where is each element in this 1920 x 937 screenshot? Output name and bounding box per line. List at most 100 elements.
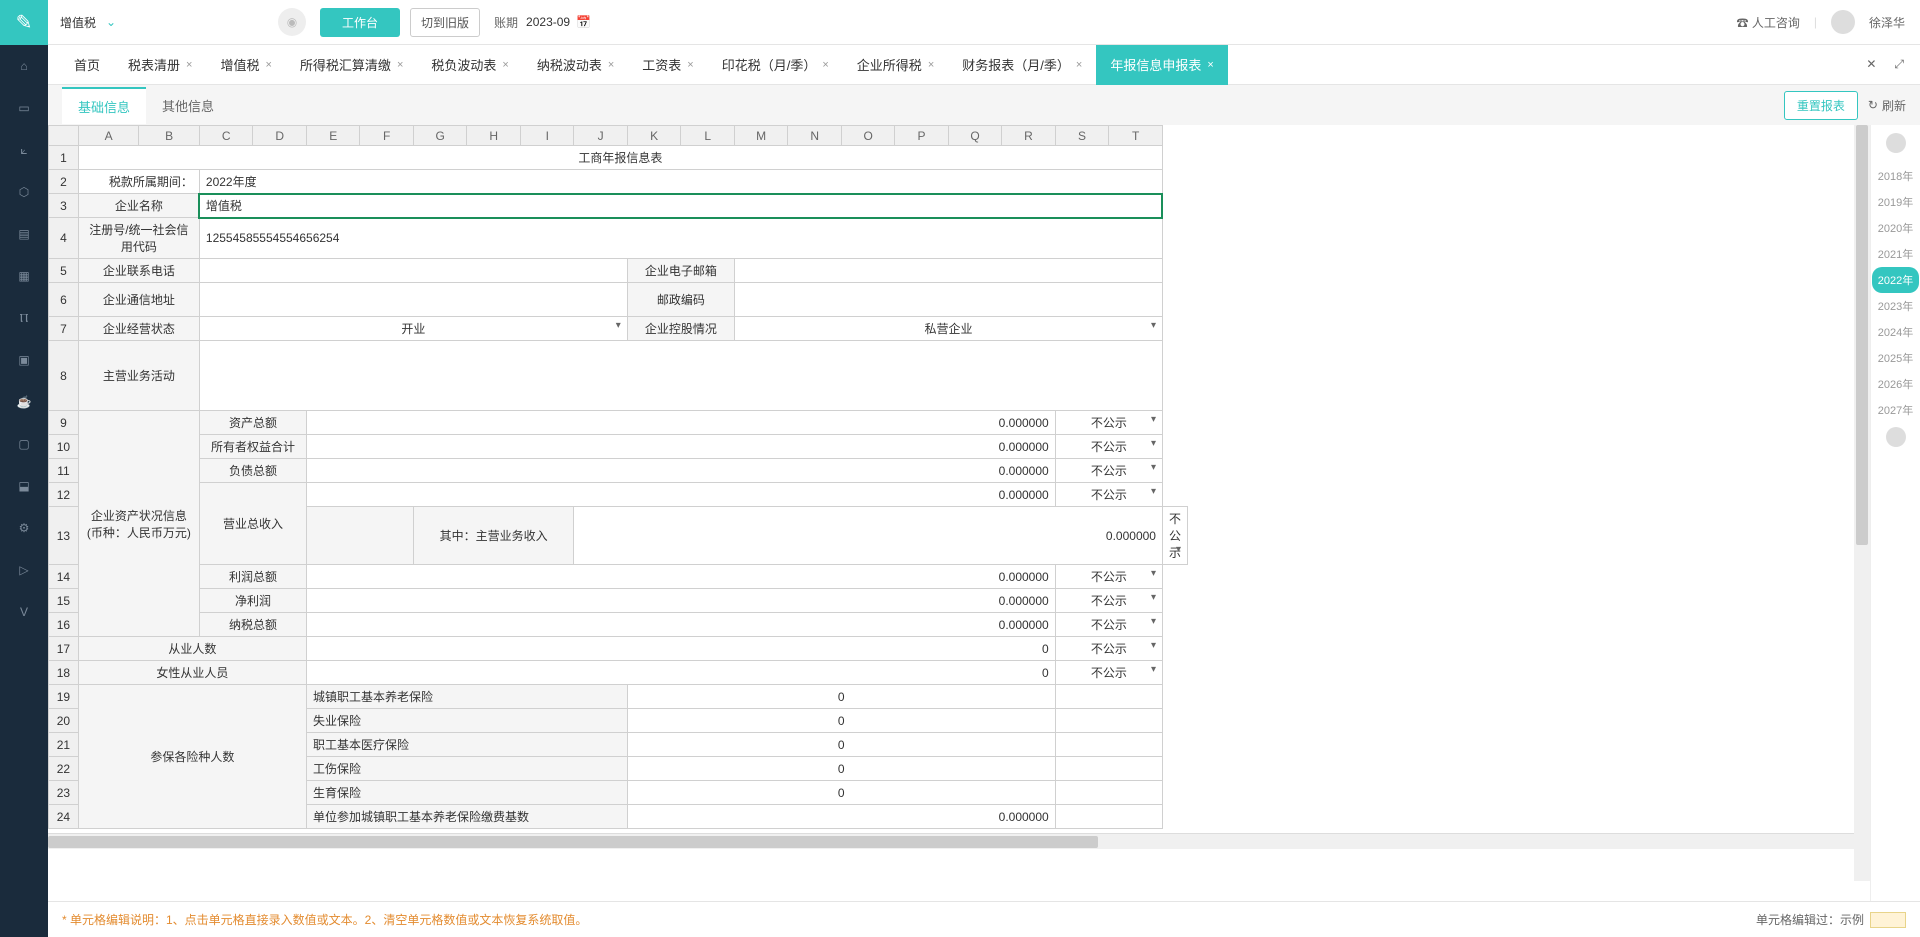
user-name[interactable]: 徐泽华 xyxy=(1869,14,1905,31)
tab-税负波动表[interactable]: 税负波动表× xyxy=(417,45,522,85)
col-header[interactable]: C xyxy=(199,126,253,146)
close-icon[interactable]: × xyxy=(502,59,508,71)
year-up-icon[interactable] xyxy=(1886,133,1906,153)
col-header[interactable]: O xyxy=(841,126,894,146)
publish-dropdown[interactable]: 不公示 xyxy=(1055,483,1162,507)
col-header[interactable]: J xyxy=(574,126,627,146)
close-icon[interactable]: × xyxy=(822,59,828,71)
holding-dropdown[interactable]: 私营企业 xyxy=(734,317,1162,341)
reset-button[interactable]: 重置报表 xyxy=(1784,91,1858,120)
tab-税表清册[interactable]: 税表清册× xyxy=(114,45,206,85)
tab-增值税[interactable]: 增值税× xyxy=(206,45,285,85)
switch-old-button[interactable]: 切到旧版 xyxy=(410,8,480,37)
col-header[interactable]: A xyxy=(78,126,139,146)
tab-所得税汇算清缴[interactable]: 所得税汇算清缴× xyxy=(286,45,417,85)
doc-icon[interactable]: ◉ xyxy=(278,8,306,36)
year-2019年[interactable]: 2019年 xyxy=(1872,189,1919,215)
col-header[interactable] xyxy=(49,126,79,146)
year-down-icon[interactable] xyxy=(1886,427,1906,447)
avatar[interactable] xyxy=(1831,10,1855,34)
close-icon[interactable]: × xyxy=(397,59,403,71)
year-2024年[interactable]: 2024年 xyxy=(1872,319,1919,345)
col-header[interactable]: I xyxy=(521,126,574,146)
tab-企业所得税[interactable]: 企业所得税× xyxy=(843,45,948,85)
col-header[interactable]: L xyxy=(681,126,735,146)
spreadsheet[interactable]: ABCDEFGHIJKLMNOPQRST 1工商年报信息表 2税款所属期间：20… xyxy=(48,125,1188,829)
nav-inbox-icon[interactable]: ⬓ xyxy=(13,475,35,497)
nav-doc-icon[interactable]: ▭ xyxy=(13,97,35,119)
close-icon[interactable]: × xyxy=(186,59,192,71)
close-icon[interactable]: × xyxy=(265,59,271,71)
nav-home-icon[interactable]: ⌂ xyxy=(13,55,35,77)
row-num[interactable]: 1 xyxy=(49,146,79,170)
col-header[interactable]: R xyxy=(1002,126,1055,146)
col-header[interactable]: N xyxy=(788,126,841,146)
calendar-icon[interactable]: 📅 xyxy=(576,15,591,29)
publish-dropdown[interactable]: 不公示 xyxy=(1055,613,1162,637)
col-header[interactable]: G xyxy=(413,126,467,146)
publish-dropdown[interactable]: 不公示 xyxy=(1055,459,1162,483)
tab-首页[interactable]: 首页 xyxy=(60,45,114,85)
nav-calc-icon[interactable]: ▦ xyxy=(13,265,35,287)
sub-tab-other[interactable]: 其他信息 xyxy=(146,88,230,123)
close-icon[interactable]: × xyxy=(1076,59,1082,71)
col-header[interactable]: K xyxy=(627,126,681,146)
year-2022年[interactable]: 2022年 xyxy=(1872,267,1919,293)
nav-chart-icon[interactable]: ⟀ xyxy=(13,139,35,161)
col-header[interactable]: H xyxy=(467,126,521,146)
company-selector[interactable]: 增值税 ⌄ xyxy=(60,14,260,31)
year-2026年[interactable]: 2026年 xyxy=(1872,371,1919,397)
publish-dropdown[interactable]: 不公示 xyxy=(1055,411,1162,435)
nav-bag-icon[interactable]: ⬡ xyxy=(13,181,35,203)
col-header[interactable]: S xyxy=(1055,126,1109,146)
publish-dropdown[interactable]: 不公示 xyxy=(1055,589,1162,613)
close-all-icon[interactable]: ✕ xyxy=(1862,53,1880,76)
col-header[interactable]: M xyxy=(734,126,788,146)
expand-icon[interactable]: ⤢ xyxy=(1890,53,1908,76)
company-name: 增值税 xyxy=(60,14,96,31)
col-header[interactable]: E xyxy=(307,126,360,146)
edited-sample xyxy=(1870,912,1906,928)
close-icon[interactable]: × xyxy=(608,59,614,71)
consult-link[interactable]: ☎ 人工咨询 xyxy=(1737,14,1800,31)
close-icon[interactable]: × xyxy=(687,59,693,71)
status-dropdown[interactable]: 开业 xyxy=(199,317,627,341)
workbench-button[interactable]: 工作台 xyxy=(320,8,400,37)
year-2021年[interactable]: 2021年 xyxy=(1872,241,1919,267)
publish-dropdown[interactable]: 不公示 xyxy=(1162,507,1187,565)
refresh-button[interactable]: ↻ 刷新 xyxy=(1868,97,1906,114)
col-header[interactable]: T xyxy=(1109,126,1163,146)
col-header[interactable]: D xyxy=(253,126,307,146)
tab-年报信息申报表[interactable]: 年报信息申报表× xyxy=(1096,45,1227,85)
publish-dropdown[interactable]: 不公示 xyxy=(1055,565,1162,589)
year-2018年[interactable]: 2018年 xyxy=(1872,163,1919,189)
nav-cup-icon[interactable]: ☕ xyxy=(13,391,35,413)
nav-list-icon[interactable]: ▤ xyxy=(13,223,35,245)
year-2025年[interactable]: 2025年 xyxy=(1872,345,1919,371)
close-icon[interactable]: × xyxy=(1207,59,1213,71)
nav-window-icon[interactable]: ▣ xyxy=(13,349,35,371)
nav-temple-icon[interactable]: Ⲡ xyxy=(13,307,35,329)
year-2023年[interactable]: 2023年 xyxy=(1872,293,1919,319)
tab-工资表[interactable]: 工资表× xyxy=(628,45,707,85)
tab-印花税（月/季）[interactable]: 印花税（月/季）× xyxy=(708,45,843,85)
col-header[interactable]: Q xyxy=(948,126,1001,146)
nav-v-icon[interactable]: V xyxy=(13,601,35,623)
sub-tab-basic[interactable]: 基础信息 xyxy=(62,87,146,124)
tab-纳税波动表[interactable]: 纳税波动表× xyxy=(523,45,628,85)
year-2020年[interactable]: 2020年 xyxy=(1872,215,1919,241)
col-header[interactable]: B xyxy=(139,126,200,146)
nav-gear-icon[interactable]: ⚙ xyxy=(13,517,35,539)
nav-cloud-icon[interactable]: ▢ xyxy=(13,433,35,455)
tab-财务报表（月/季）[interactable]: 财务报表（月/季）× xyxy=(948,45,1096,85)
period-value[interactable]: 2023-09 xyxy=(526,15,570,29)
year-2027年[interactable]: 2027年 xyxy=(1872,397,1919,423)
close-icon[interactable]: × xyxy=(928,59,934,71)
nav-play-icon[interactable]: ▷ xyxy=(13,559,35,581)
publish-dropdown[interactable]: 不公示 xyxy=(1055,435,1162,459)
v-scrollbar[interactable] xyxy=(1854,125,1870,881)
col-header[interactable]: P xyxy=(895,126,948,146)
col-header[interactable]: F xyxy=(360,126,413,146)
company-name-cell[interactable]: 增值税 xyxy=(199,194,1162,218)
h-scrollbar[interactable]: ◀▶ xyxy=(48,833,1870,849)
